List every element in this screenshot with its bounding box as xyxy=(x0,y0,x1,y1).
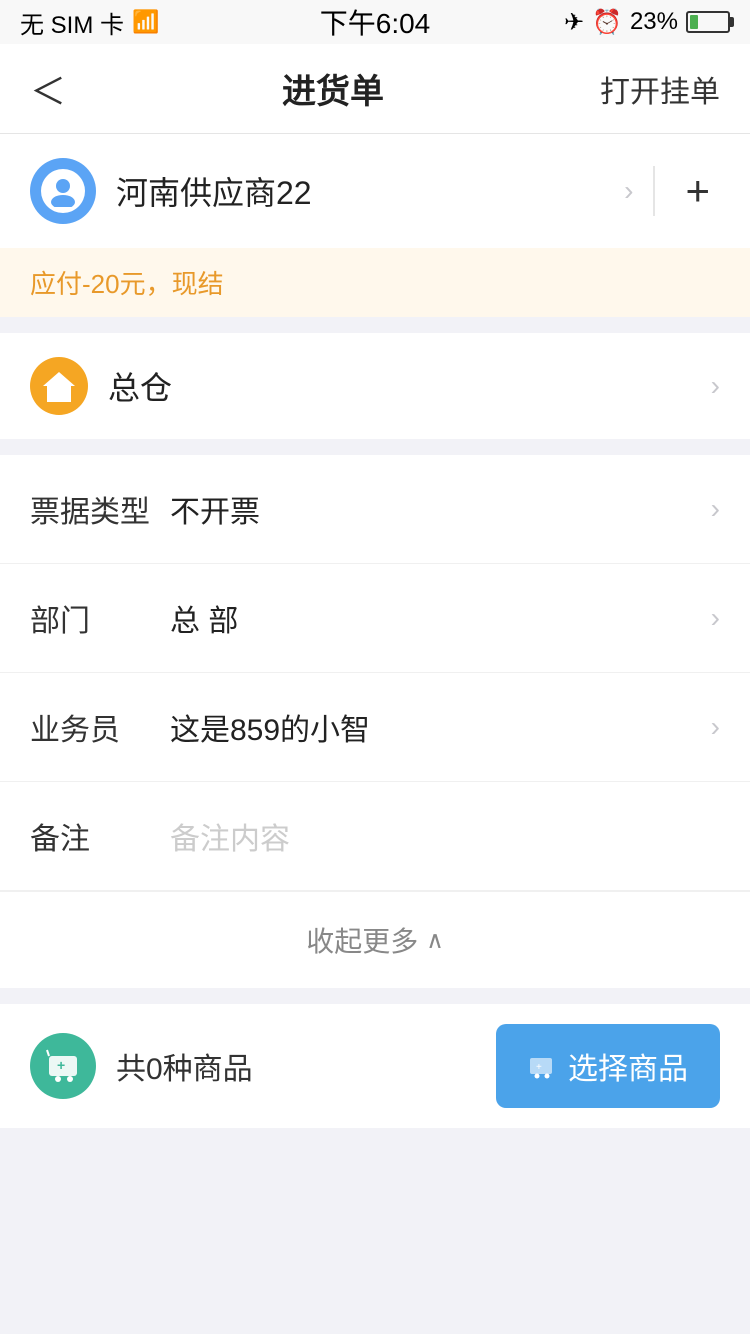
notice-text: 应付-20元，现结 xyxy=(30,269,224,299)
status-bar: 无 SIM 卡 📶 下午6:04 ✈ ⏰ 23% xyxy=(0,0,750,44)
product-bar-card: + 共0种商品 + 选择商品 xyxy=(0,1004,750,1128)
status-left: 无 SIM 卡 📶 xyxy=(20,5,159,40)
battery-percent: 23% xyxy=(630,8,678,36)
avatar-inner xyxy=(41,169,85,213)
remark-label: 备注 xyxy=(30,814,170,858)
main-content: 河南供应商22 › + 应付-20元，现结 总仓 › 票据类型 不开票 › xyxy=(0,134,750,1128)
invoice-type-label: 票据类型 xyxy=(30,487,170,531)
product-count-label: 共0种商品 xyxy=(116,1044,496,1088)
select-goods-cart-icon: + xyxy=(528,1052,556,1080)
supplier-arrow-icon: › xyxy=(624,175,633,207)
location-icon: ✈ xyxy=(564,8,584,37)
add-supplier-button[interactable]: + xyxy=(675,167,720,215)
cart-icon: + xyxy=(30,1033,96,1099)
invoice-type-row[interactable]: 票据类型 不开票 › xyxy=(0,455,750,564)
select-goods-button[interactable]: + 选择商品 xyxy=(496,1024,720,1108)
department-row[interactable]: 部门 总 部 › xyxy=(0,564,750,673)
invoice-type-arrow-icon: › xyxy=(711,493,720,525)
supplier-avatar xyxy=(30,158,96,224)
warehouse-card: 总仓 › xyxy=(0,333,750,439)
divider xyxy=(653,166,655,216)
remark-placeholder: 备注内容 xyxy=(170,814,720,858)
status-time: 下午6:04 xyxy=(320,2,431,42)
product-bar: + 共0种商品 + 选择商品 xyxy=(0,1004,750,1128)
svg-text:+: + xyxy=(536,1062,542,1073)
collapse-icon: ∧ xyxy=(426,926,444,955)
warehouse-arrow-icon: › xyxy=(711,370,720,402)
department-value: 总 部 xyxy=(170,596,711,640)
invoice-type-value: 不开票 xyxy=(170,487,711,531)
house-icon xyxy=(41,368,77,404)
battery-icon xyxy=(686,11,730,33)
salesperson-value: 这是859的小智 xyxy=(170,705,711,749)
nav-bar: ＜ 进货单 打开挂单 xyxy=(0,44,750,134)
department-label: 部门 xyxy=(30,596,170,640)
warehouse-name: 总仓 xyxy=(108,363,711,409)
salesperson-row[interactable]: 业务员 这是859的小智 › xyxy=(0,673,750,782)
supplier-row[interactable]: 河南供应商22 › + xyxy=(0,134,750,248)
warehouse-icon xyxy=(30,357,88,415)
svg-text:+: + xyxy=(57,1057,65,1073)
alarm-icon: ⏰ xyxy=(592,8,622,37)
person-icon xyxy=(47,175,79,207)
open-pending-button[interactable]: 打开挂单 xyxy=(600,67,720,111)
form-card: 票据类型 不开票 › 部门 总 部 › 业务员 这是859的小智 › 备注 备注… xyxy=(0,455,750,988)
collapse-label: 收起更多 xyxy=(306,920,418,960)
notice-bar: 应付-20元，现结 xyxy=(0,248,750,317)
select-goods-label: 选择商品 xyxy=(568,1044,688,1088)
supplier-name: 河南供应商22 xyxy=(116,168,624,214)
supplier-card: 河南供应商22 › + 应付-20元，现结 xyxy=(0,134,750,317)
shopping-cart-icon: + xyxy=(45,1048,81,1084)
remark-row[interactable]: 备注 备注内容 xyxy=(0,782,750,891)
warehouse-row[interactable]: 总仓 › xyxy=(0,333,750,439)
collapse-row[interactable]: 收起更多 ∧ xyxy=(0,891,750,988)
page-title: 进货单 xyxy=(282,64,384,113)
salesperson-label: 业务员 xyxy=(30,705,170,749)
status-right: ✈ ⏰ 23% xyxy=(564,8,730,37)
carrier-label: 无 SIM 卡 xyxy=(20,5,124,40)
salesperson-arrow-icon: › xyxy=(711,711,720,743)
department-arrow-icon: › xyxy=(711,602,720,634)
back-button[interactable]: ＜ xyxy=(30,63,66,115)
battery-fill xyxy=(690,15,698,29)
wifi-icon: 📶 xyxy=(132,9,159,35)
